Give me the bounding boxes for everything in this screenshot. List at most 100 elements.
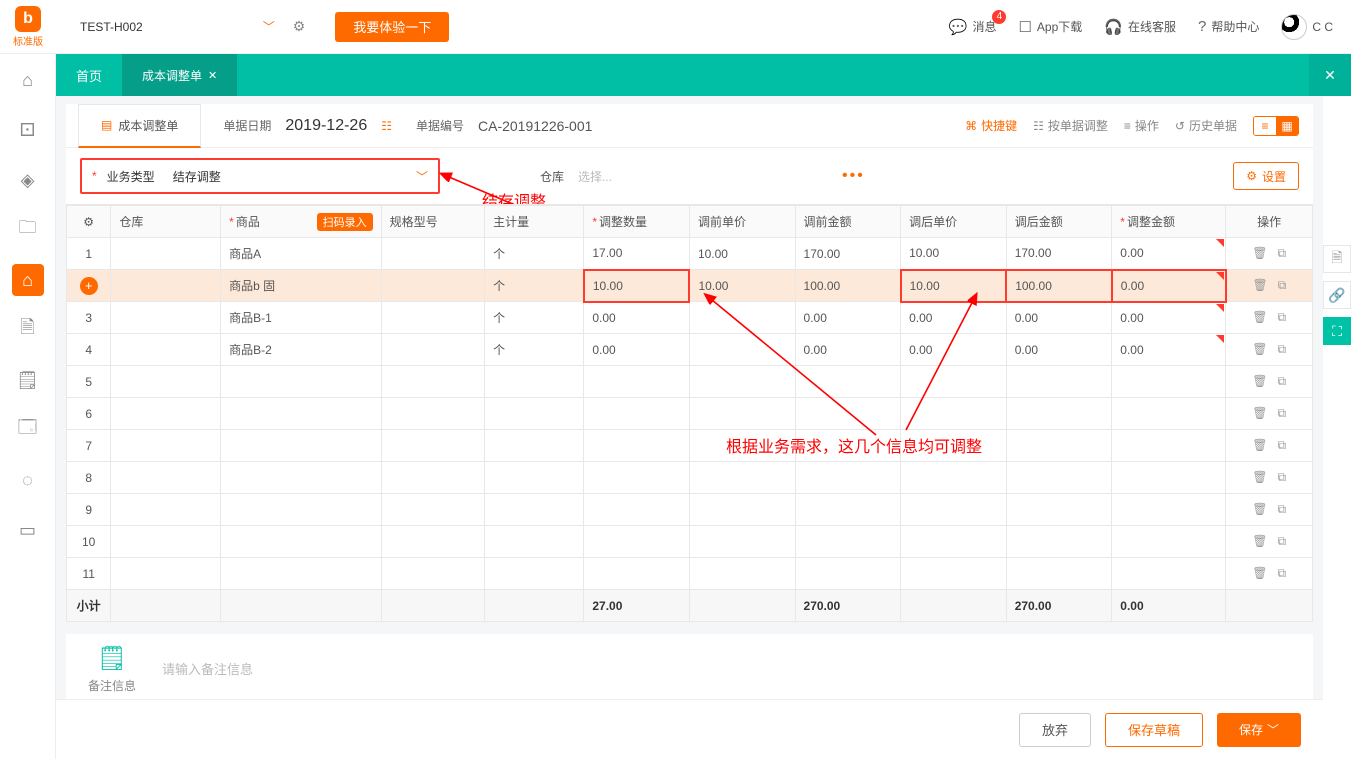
app-download-link[interactable]: ☐App下载 [1018,18,1082,36]
copy-icon[interactable]: ⧉ [1278,278,1287,293]
help-label: 帮助中心 [1211,18,1259,35]
by-doc-link[interactable]: ☷按单据调整 [1033,117,1108,134]
nav-new-icon[interactable]: ▭ [12,514,44,546]
company-selector[interactable]: TEST-H002 ﹀ [80,18,275,35]
date-value[interactable]: 2019-12-26 [285,117,367,135]
tab-home[interactable]: 首页 [56,54,122,96]
wh-placeholder: 选择... [578,168,612,185]
table-row[interactable]: 9🗑⧉ [67,494,1313,526]
nav-home-icon[interactable]: ⌂ [12,64,44,96]
history-label: 历史单据 [1189,117,1237,134]
settings-label: 设置 [1262,168,1286,185]
delete-icon[interactable]: 🗑 [1252,566,1267,581]
shortcut-link[interactable]: ⌘快捷键 [965,117,1017,134]
calendar-icon[interactable]: ☷ [381,119,392,133]
filter-row: * 业务类型 结存调整 ﹀ 仓库 选择... ••• ⚙设置 结存调整 [66,148,1313,204]
question-icon: ? [1198,18,1206,35]
link-icon[interactable]: 🔗 [1323,281,1351,309]
table-row[interactable]: 3商品B-1个0.000.000.000.000.00🗑⧉ [67,302,1313,334]
nav-money-icon[interactable]: 🗎 [12,314,44,346]
save-button[interactable]: 保存﹀ [1217,713,1301,747]
keyboard-icon: ⌘ [965,119,977,133]
history-link[interactable]: ↺历史单据 [1175,117,1237,134]
notes-icon-group: 🗒 备注信息 [88,644,136,694]
delete-icon[interactable]: 🗑 [1252,406,1267,421]
nav-diamond-icon[interactable]: ◈ [12,164,44,196]
wh-label: 仓库 [540,168,564,185]
table-row[interactable]: 11🗑⧉ [67,558,1313,590]
customer-service-link[interactable]: 🎧在线客服 [1104,18,1176,36]
edition-label: 标准版 [13,33,43,48]
delete-icon[interactable]: 🗑 [1252,534,1267,549]
view-list-icon[interactable]: ≡ [1254,117,1276,135]
table-row[interactable]: 10🗑⧉ [67,526,1313,558]
code-value: CA-20191226-001 [478,118,592,134]
notes-input[interactable] [162,662,1291,677]
brand-logo: b 标准版 [0,6,56,48]
subtotal-adj: 0.00 [1112,590,1226,622]
view-grid-icon[interactable]: ▦ [1276,117,1298,135]
nav-loading-icon[interactable]: ◌ [12,464,44,496]
copy-icon[interactable]: ⧉ [1277,438,1286,453]
table-row[interactable]: 7🗑⧉ [67,430,1313,462]
copy-icon[interactable]: ⧉ [1277,310,1286,325]
col-gear[interactable]: ⚙ [67,206,111,238]
discard-button[interactable]: 放弃 [1019,713,1091,747]
view-toggle[interactable]: ≡ ▦ [1253,116,1299,136]
table-row[interactable]: 4商品B-2个0.000.000.000.000.00🗑⧉ [67,334,1313,366]
copy-icon[interactable]: ⧉ [1277,246,1286,261]
messages-link[interactable]: 💬 消息 4 [949,18,997,36]
nav-gift-icon[interactable]: ⚀ [12,114,44,146]
nav-bag-icon[interactable]: 🗀 [12,214,44,246]
user-menu[interactable]: C C [1281,14,1333,40]
help-link[interactable]: ? 帮助中心 [1198,18,1259,35]
table-row[interactable]: 8🗑⧉ [67,462,1313,494]
table-row[interactable]: 5🗑⧉ [67,366,1313,398]
nav-clipboard-icon[interactable]: 🗒 [12,364,44,396]
expand-icon[interactable]: ⛶ [1323,317,1351,345]
delete-icon[interactable]: 🗑 [1252,278,1267,293]
copy-icon[interactable]: ⧉ [1277,470,1286,485]
table-row[interactable]: +商品b 固个10.0010.00100.0010.00100.000.00🗑⧉ [67,270,1313,302]
copy-icon[interactable]: ⧉ [1277,502,1286,517]
notes-label: 备注信息 [88,677,136,694]
copy-icon[interactable]: ⧉ [1277,342,1286,357]
settings-button[interactable]: ⚙设置 [1233,162,1299,190]
delete-icon[interactable]: 🗑 [1252,246,1267,261]
copy-icon[interactable]: ⧉ [1277,534,1286,549]
add-row-icon[interactable]: + [80,277,98,295]
delete-icon[interactable]: 🗑 [1252,342,1267,357]
col-warehouse: 仓库 [111,206,221,238]
top-bar: b 标准版 TEST-H002 ﹀ ⚙ 我要体验一下 💬 消息 4 ☐App下载… [0,0,1351,54]
trial-button[interactable]: 我要体验一下 [335,12,449,42]
table-row[interactable]: 1商品A个17.0010.00170.0010.00170.000.00🗑⧉ [67,238,1313,270]
scan-chip[interactable]: 扫码录入 [317,213,373,231]
gear-icon[interactable]: ⚙ [293,18,306,35]
copy-icon[interactable]: ⧉ [1277,374,1286,389]
close-icon[interactable]: ✕ [208,69,217,82]
copy-icon[interactable]: ⧉ [1277,566,1286,581]
copy-icon[interactable]: ⧉ [1277,406,1286,421]
page-body: ▤ 成本调整单 单据日期 2019-12-26 ☷ 单据编号 CA-201912… [56,96,1323,759]
doc-icon: ▤ [101,118,112,132]
company-name: TEST-H002 [80,20,143,34]
delete-icon[interactable]: 🗑 [1252,502,1267,517]
ops-link[interactable]: ≡操作 [1124,117,1159,134]
save-draft-button[interactable]: 保存草稿 [1105,713,1203,747]
logo-icon: b [15,6,41,32]
more-icon[interactable]: ••• [842,167,865,185]
delete-icon[interactable]: 🗑 [1252,470,1267,485]
save-label: 保存 [1239,721,1263,738]
table-row[interactable]: 6🗑⧉ [67,398,1313,430]
delete-icon[interactable]: 🗑 [1252,438,1267,453]
warehouse-select[interactable]: 仓库 选择... [540,168,612,185]
close-all-tabs[interactable]: ✕ [1309,54,1351,96]
note-icon[interactable]: 🗎 [1323,245,1351,273]
headset-icon: 🎧 [1104,18,1123,36]
nav-house-icon[interactable]: ⌂ [12,264,44,296]
biz-type-select[interactable]: * 业务类型 结存调整 ﹀ [80,158,440,194]
tab-cost-adjust[interactable]: 成本调整单✕ [122,54,237,96]
delete-icon[interactable]: 🗑 [1252,310,1267,325]
delete-icon[interactable]: 🗑 [1252,374,1267,389]
nav-user-card-icon[interactable]: 🗔 [12,414,44,446]
